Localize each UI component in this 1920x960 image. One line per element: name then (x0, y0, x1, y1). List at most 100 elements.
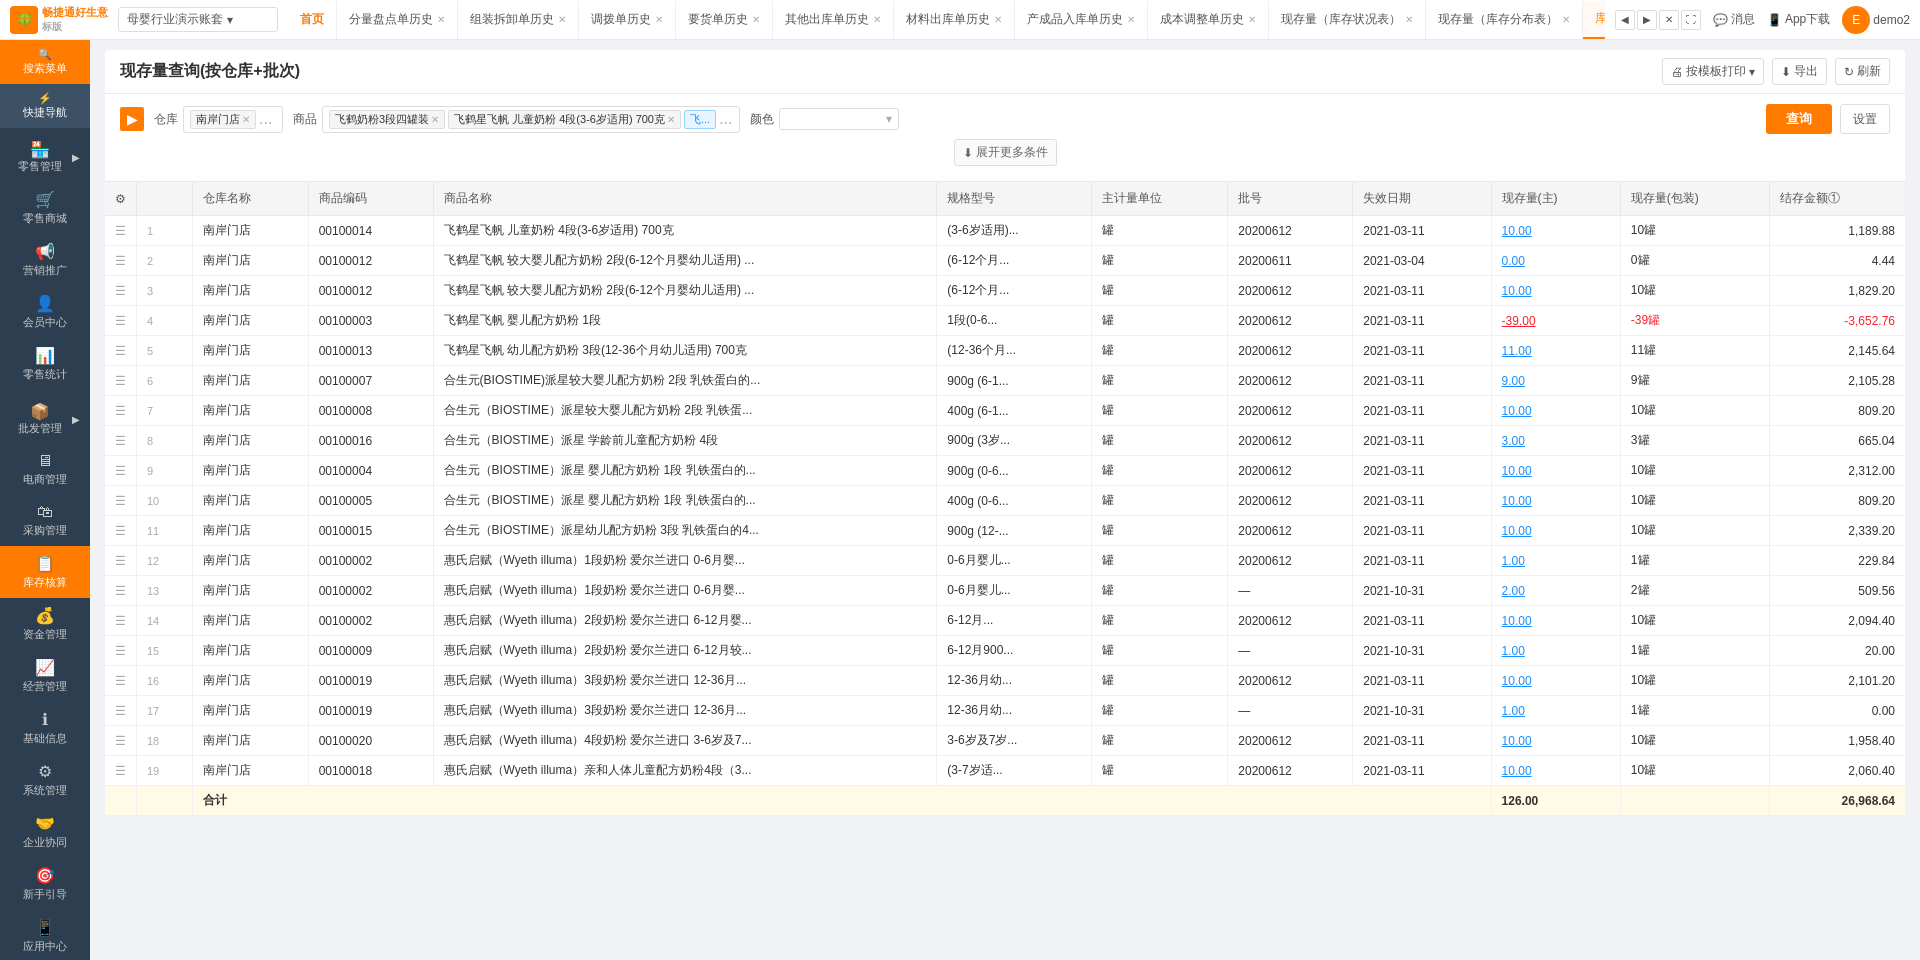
tab-kucunpici[interactable]: 库存批次账 ✕ (1583, 1, 1605, 39)
sidebar-item-yingxiaotuiguang[interactable]: 📢 营销推广 (0, 234, 90, 286)
tab-close-8[interactable]: ✕ (1248, 14, 1256, 25)
sidebar-item-dianshanggaunli[interactable]: 🖥 电商管理 (0, 444, 90, 495)
sidebar-item-lingshougaunli[interactable]: 🏪 零售管理 ▶ (0, 132, 90, 182)
tab-prev-arrow[interactable]: ◀ (1615, 10, 1635, 30)
row-settings[interactable]: ☰ (105, 276, 137, 306)
row-qty-main[interactable]: 11.00 (1491, 336, 1620, 366)
row-qty-main[interactable]: 10.00 (1491, 216, 1620, 246)
row-qty-main[interactable]: 1.00 (1491, 636, 1620, 666)
row-qty-main[interactable]: 10.00 (1491, 396, 1620, 426)
template-print-btn[interactable]: 🖨 按模板打印 ▾ (1662, 58, 1764, 85)
sidebar-item-jichu[interactable]: ℹ 基础信息 (0, 702, 90, 754)
sidebar-search[interactable]: 🔍 搜索菜单 (0, 40, 90, 84)
row-qty-main[interactable]: 10.00 (1491, 456, 1620, 486)
tab-tiaobo[interactable]: 调拨单历史 ✕ (579, 1, 676, 39)
tab-maximize[interactable]: ⛶ (1681, 10, 1701, 30)
row-qty-main[interactable]: 10.00 (1491, 756, 1620, 786)
row-qty-main[interactable]: 2.00 (1491, 576, 1620, 606)
row-qty-main[interactable]: 10.00 (1491, 516, 1620, 546)
row-qty-main[interactable]: 10.00 (1491, 486, 1620, 516)
row-settings[interactable]: ☰ (105, 396, 137, 426)
sidebar-item-huiyuanzhongxin[interactable]: 👤 会员中心 (0, 286, 90, 338)
tab-close-4[interactable]: ✕ (752, 14, 760, 25)
warehouse-tag-1[interactable]: 南岸门店 ✕ (190, 110, 256, 129)
tab-zuzhuangchaijian[interactable]: 组装拆卸单历史 ✕ (458, 1, 579, 39)
sidebar-item-yingyongzhongxin[interactable]: 📱 应用中心 (0, 910, 90, 960)
tab-chanchengpinruku[interactable]: 产成品入库单历史 ✕ (1015, 1, 1148, 39)
tab-yaohuo[interactable]: 要货单历史 ✕ (676, 1, 773, 39)
row-qty-main[interactable]: 9.00 (1491, 366, 1620, 396)
row-qty-main[interactable]: 10.00 (1491, 726, 1620, 756)
row-settings[interactable]: ☰ (105, 516, 137, 546)
tab-close-5[interactable]: ✕ (873, 14, 881, 25)
warehouse-tag-group[interactable]: 南岸门店 ✕ ... (183, 106, 283, 133)
account-dropdown[interactable]: 母婴行业演示账套 ▾ (118, 7, 278, 32)
row-settings[interactable]: ☰ (105, 726, 137, 756)
row-settings[interactable]: ☰ (105, 336, 137, 366)
tab-next-arrow[interactable]: ▶ (1637, 10, 1657, 30)
row-settings[interactable]: ☰ (105, 756, 137, 786)
th-settings[interactable]: ⚙ (105, 182, 137, 216)
sidebar-item-ziinguanli[interactable]: 💰 资金管理 (0, 598, 90, 650)
tab-close-10[interactable]: ✕ (1562, 14, 1570, 25)
row-qty-main[interactable]: 1.00 (1491, 546, 1620, 576)
expand-more-btn[interactable]: ⬇ 展开更多条件 (954, 139, 1057, 166)
product-tag-2-remove[interactable]: ✕ (667, 114, 675, 125)
tab-close-1[interactable]: ✕ (437, 14, 445, 25)
sidebar-item-lingshoutongjie[interactable]: 📊 零售统计 (0, 338, 90, 390)
tab-close-3[interactable]: ✕ (655, 14, 663, 25)
row-settings[interactable]: ☰ (105, 366, 137, 396)
app-download-btn[interactable]: 📱 App下载 (1767, 11, 1830, 28)
product-tag-1-remove[interactable]: ✕ (431, 114, 439, 125)
tab-close-9[interactable]: ✕ (1405, 14, 1413, 25)
row-settings[interactable]: ☰ (105, 486, 137, 516)
tab-close-all[interactable]: ✕ (1659, 10, 1679, 30)
tab-home[interactable]: 首页 (288, 1, 337, 39)
product-more[interactable]: ... (719, 110, 732, 128)
row-settings[interactable]: ☰ (105, 696, 137, 726)
tab-xiancunliang-kuanzhuang[interactable]: 现存量（库存状况表） ✕ (1269, 1, 1426, 39)
user-avatar-area[interactable]: E demo2 (1842, 6, 1910, 34)
refresh-btn[interactable]: ↻ 刷新 (1835, 58, 1890, 85)
row-settings[interactable]: ☰ (105, 576, 137, 606)
tab-cailiaochuku[interactable]: 材料出库单历史 ✕ (894, 1, 1015, 39)
product-tag-1[interactable]: 飞鹤奶粉3段四罐装 ✕ (329, 110, 445, 129)
row-qty-main[interactable]: 3.00 (1491, 426, 1620, 456)
product-tag-2[interactable]: 飞鹤星飞帆 儿童奶粉 4段(3-6岁适用) 700克 ✕ (448, 110, 681, 129)
row-settings[interactable]: ☰ (105, 246, 137, 276)
row-qty-main[interactable]: 10.00 (1491, 276, 1620, 306)
sidebar-item-jingyingguanli[interactable]: 📈 经营管理 (0, 650, 90, 702)
sidebar-item-xitong[interactable]: ⚙ 系统管理 (0, 754, 90, 806)
query-button[interactable]: 查询 (1766, 104, 1832, 134)
export-btn[interactable]: ⬇ 导出 (1772, 58, 1827, 85)
row-settings[interactable]: ☰ (105, 216, 137, 246)
color-tag-group[interactable]: ▾ (779, 108, 899, 130)
row-qty-main[interactable]: 10.00 (1491, 666, 1620, 696)
row-settings[interactable]: ☰ (105, 546, 137, 576)
row-qty-main[interactable]: 0.00 (1491, 246, 1620, 276)
row-settings[interactable]: ☰ (105, 456, 137, 486)
warehouse-tag-remove[interactable]: ✕ (242, 114, 250, 125)
filter-collapse-arrow[interactable]: ▶ (120, 107, 144, 131)
row-settings[interactable]: ☰ (105, 426, 137, 456)
product-tag-more[interactable]: 飞... (684, 110, 716, 129)
tab-close-2[interactable]: ✕ (558, 14, 566, 25)
sidebar-item-caigouguanli[interactable]: 🛍 采购管理 (0, 495, 90, 546)
setting-button[interactable]: 设置 (1840, 104, 1890, 134)
tab-chengbentiaozhen[interactable]: 成本调整单历史 ✕ (1148, 1, 1269, 39)
row-qty-main[interactable]: 10.00 (1491, 606, 1620, 636)
message-btn[interactable]: 💬 消息 (1713, 11, 1755, 28)
sidebar-item-xinshouyindao[interactable]: 🎯 新手引导 (0, 858, 90, 910)
product-tag-group[interactable]: 飞鹤奶粉3段四罐装 ✕ 飞鹤星飞帆 儿童奶粉 4段(3-6岁适用) 700克 ✕… (322, 106, 740, 133)
tab-qitachuku[interactable]: 其他出库单历史 ✕ (773, 1, 894, 39)
row-settings[interactable]: ☰ (105, 606, 137, 636)
sidebar-item-pifaguanli[interactable]: 📦 批发管理 ▶ (0, 394, 90, 444)
row-qty-main[interactable]: -39.00 (1491, 306, 1620, 336)
sidebar-item-kucunhesuan[interactable]: 📋 库存核算 (0, 546, 90, 598)
tab-close-6[interactable]: ✕ (994, 14, 1002, 25)
sidebar-quick-nav[interactable]: ⚡ 快捷导航 (0, 84, 90, 128)
row-settings[interactable]: ☰ (105, 636, 137, 666)
row-settings[interactable]: ☰ (105, 306, 137, 336)
tab-xiancunliang-fenbiao[interactable]: 现存量（库存分布表） ✕ (1426, 1, 1583, 39)
sidebar-item-lingshouchengshi[interactable]: 🛒 零售商城 (0, 182, 90, 234)
